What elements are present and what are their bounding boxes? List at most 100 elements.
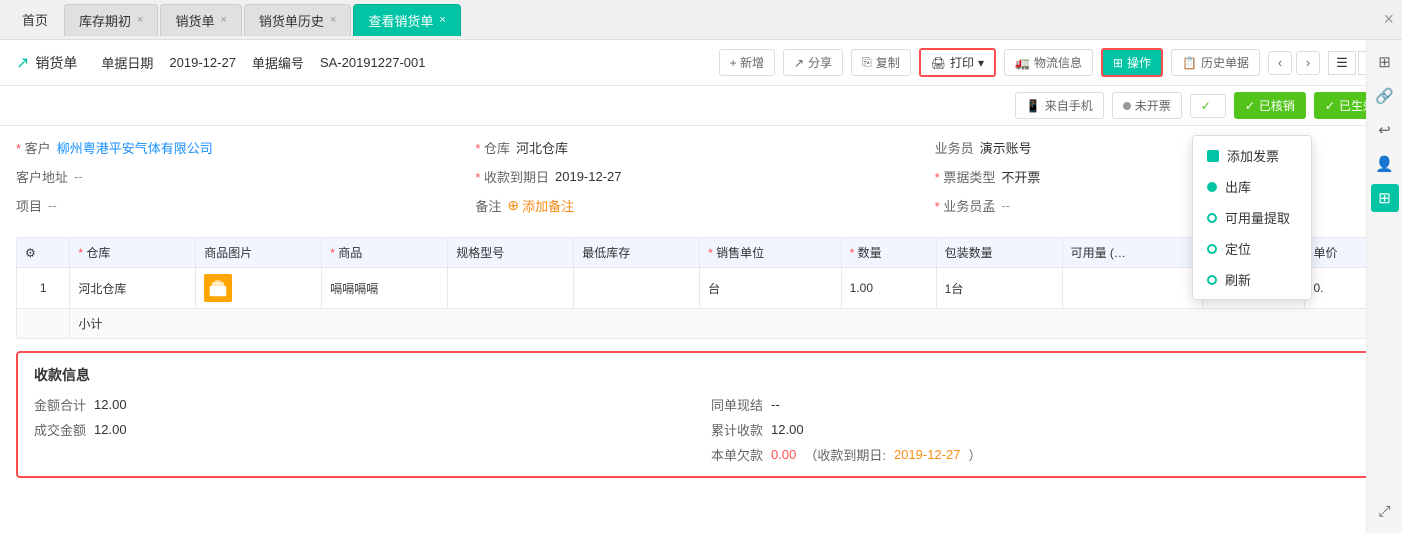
sidebar-icon-2[interactable]: 🔗	[1371, 82, 1399, 110]
tab-inventory[interactable]: 库存期初 ×	[64, 4, 158, 36]
form-row-2: 客户地址 -- 收款到期日 2019-12-27 票据类型 不开票	[16, 167, 1386, 186]
share-label: 分享	[808, 54, 832, 71]
history-icon: 📋	[1182, 56, 1197, 70]
sidebar-icon-1[interactable]: ⊞	[1371, 48, 1399, 76]
sidebar-icon-4[interactable]: 👤	[1371, 150, 1399, 178]
salesperson-label: 业务员	[935, 138, 974, 157]
add-note-label: 添加备注	[522, 196, 574, 215]
locate-icon	[1207, 244, 1217, 254]
col-spec: 规格型号	[448, 238, 574, 268]
add-note-button[interactable]: ⊕ 添加备注	[507, 196, 574, 215]
row-qty: 1.00	[841, 268, 936, 309]
due-date-end: ）	[968, 445, 981, 464]
window-close-button[interactable]: ×	[1383, 9, 1394, 30]
operate-label: 操作	[1127, 54, 1151, 71]
copy-button[interactable]: ⎘ 复制	[851, 49, 911, 76]
close-view-sales-icon[interactable]: ×	[439, 14, 445, 26]
sales-history-label: 销货单历史	[259, 11, 324, 30]
phone-icon: 📱	[1026, 99, 1041, 113]
number-value: SA-20191227-001	[320, 55, 426, 70]
tab-view-sales[interactable]: 查看销货单 ×	[353, 4, 460, 36]
product-image	[204, 274, 232, 302]
data-table-container: ⚙ * 仓库 商品图片 * 商品 规格型号 最低库存 * 销售单位 * 数量 包…	[16, 237, 1386, 339]
next-arrow[interactable]: ›	[1296, 51, 1320, 75]
salesperson-value: 演示账号	[980, 138, 1032, 157]
logistics-button[interactable]: 🚛 物流信息	[1004, 49, 1093, 76]
payment-section: 收款信息 金额合计 12.00 同单现结 -- 成交金额 12.00 累计收款 …	[16, 351, 1386, 478]
dropdown-add-invoice[interactable]: 添加发票	[1193, 140, 1311, 171]
subtotal-index	[17, 309, 70, 339]
transaction-amount-value: 12.00	[94, 422, 127, 437]
close-inventory-icon[interactable]: ×	[137, 14, 143, 26]
logistics-icon: 🚛	[1015, 56, 1030, 70]
logistics-label: 物流信息	[1034, 54, 1082, 71]
date-value: 2019-12-27	[169, 55, 236, 70]
dropdown-menu: 添加发票 出库 可用量提取 定位 刷新	[1192, 135, 1312, 300]
current-owed-label: 本单欠款	[711, 445, 763, 464]
history-button[interactable]: 📋 历史单据	[1171, 49, 1260, 76]
col-available: 可用量 (…	[1062, 238, 1202, 268]
not-open-button[interactable]: 未开票	[1112, 92, 1182, 119]
due-date-value: 2019-12-27	[894, 447, 961, 462]
row-unit: 台	[700, 268, 841, 309]
share-button[interactable]: ↗ 分享	[783, 49, 843, 76]
sales-label: 销货单	[175, 11, 214, 30]
row-pkg-qty: 1台	[936, 268, 1062, 309]
copy-label: 复制	[876, 54, 900, 71]
payment-title: 收款信息	[34, 365, 1368, 385]
subtotal-row: 小计	[17, 309, 1385, 339]
row-min-stock	[574, 268, 700, 309]
tab-sales[interactable]: 销货单 ×	[160, 4, 241, 36]
col-min-stock: 最低库存	[574, 238, 700, 268]
doc-type-icon: ↗	[16, 53, 29, 73]
dropdown-available-qty[interactable]: 可用量提取	[1193, 202, 1311, 233]
project-value: --	[48, 198, 57, 213]
tab-bar: 首页 库存期初 × 销货单 × 销货单历史 × 查看销货单 × ×	[0, 0, 1402, 40]
tab-sales-history[interactable]: 销货单历史 ×	[244, 4, 351, 36]
date-label: 单据日期	[101, 53, 153, 72]
table-row: 1 河北仓库 嗝嗝嗝嗝 台	[17, 268, 1385, 309]
project-field: 项目 --	[16, 196, 467, 215]
dropdown-refresh[interactable]: 刷新	[1193, 264, 1311, 295]
customer-value[interactable]: 柳州粤港平安气体有限公司	[57, 138, 213, 157]
from-phone-button[interactable]: 📱 来自手机	[1015, 92, 1104, 119]
new-button[interactable]: + 新增	[719, 49, 775, 76]
same-settlement-row: 同单现结 --	[711, 395, 1368, 414]
sidebar-icon-3[interactable]: ↩	[1371, 116, 1399, 144]
check-button[interactable]: ✓	[1190, 94, 1226, 118]
prev-arrow[interactable]: ‹	[1268, 51, 1292, 75]
current-owed-value: 0.00	[771, 447, 796, 462]
close-history-icon[interactable]: ×	[330, 14, 336, 26]
row-spec	[448, 268, 574, 309]
data-table: ⚙ * 仓库 商品图片 * 商品 规格型号 最低库存 * 销售单位 * 数量 包…	[17, 238, 1385, 338]
print-button[interactable]: 🖨 打印 ▾	[919, 48, 996, 77]
history-label: 历史单据	[1201, 54, 1249, 71]
list-view-button[interactable]: ☰	[1328, 51, 1356, 75]
locate-label: 定位	[1225, 239, 1251, 258]
payment-date-field: 收款到期日 2019-12-27	[475, 167, 926, 186]
col-qty: * 数量	[841, 238, 936, 268]
row-image	[196, 268, 322, 309]
main-content: ↗ 销货单 单据日期 2019-12-27 单据编号 SA-20191227-0…	[0, 40, 1402, 533]
salesperson2-field: 业务员孟 --	[935, 196, 1386, 215]
grid-icon: ⊞	[1113, 56, 1123, 70]
salesperson2-label: 业务员孟	[935, 196, 996, 215]
transaction-amount-label: 成交金额	[34, 420, 86, 439]
sidebar-icon-5[interactable]: ⊞	[1371, 184, 1399, 212]
row-index: 1	[17, 268, 70, 309]
address-field: 客户地址 --	[16, 167, 467, 186]
close-sales-icon[interactable]: ×	[220, 14, 226, 26]
tab-home[interactable]: 首页	[8, 4, 62, 36]
dropdown-ship-out[interactable]: 出库	[1193, 171, 1311, 202]
already-sold-label: 已核销	[1259, 97, 1295, 114]
already-sold-button[interactable]: ✓ 已核销	[1234, 92, 1306, 119]
transaction-amount-row: 成交金额 12.00	[34, 420, 691, 439]
check-sold-icon: ✓	[1245, 99, 1255, 113]
check-icon: ✓	[1201, 99, 1211, 113]
cumulative-label: 累计收款	[711, 420, 763, 439]
document-header: ↗ 销货单 单据日期 2019-12-27 单据编号 SA-20191227-0…	[0, 40, 1402, 86]
dropdown-locate[interactable]: 定位	[1193, 233, 1311, 264]
operate-button[interactable]: ⊞ 操作	[1101, 48, 1163, 77]
sidebar-icon-expand[interactable]: ⤢	[1371, 497, 1399, 525]
right-sidebar: ⊞ 🔗 ↩ 👤 ⊞ ⤢	[1366, 40, 1402, 533]
